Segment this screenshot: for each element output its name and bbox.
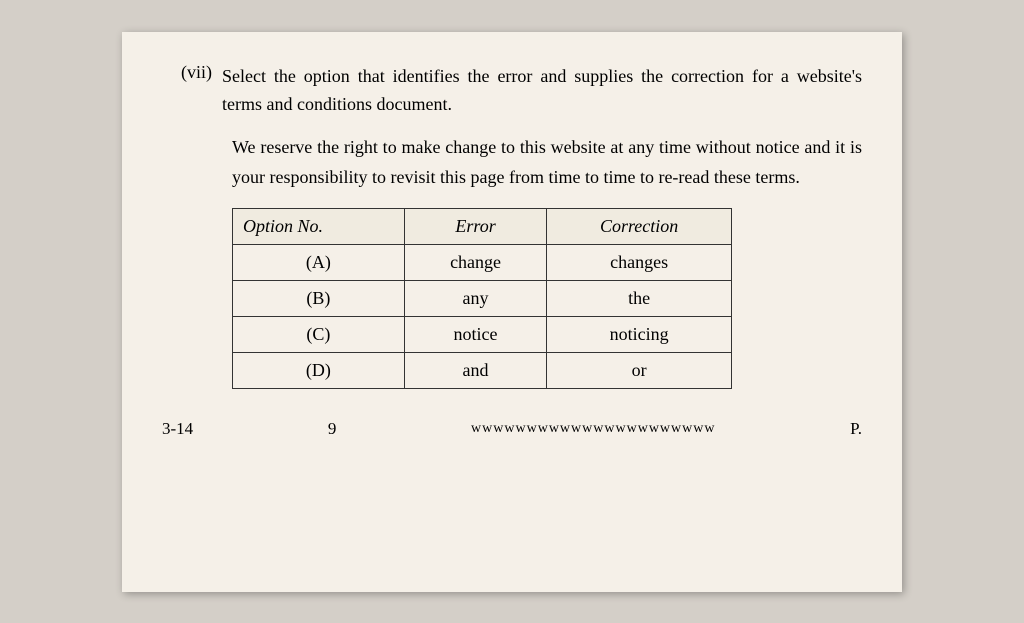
- table-cell-r3-c1: and: [404, 353, 546, 389]
- page: (vii) Select the option that identifies …: [122, 32, 902, 592]
- table-wrapper: Option No. Error Correction (A)changecha…: [232, 208, 862, 389]
- options-table: Option No. Error Correction (A)changecha…: [232, 208, 732, 389]
- table-cell-r2-c2: noticing: [547, 317, 732, 353]
- col-header-option: Option No.: [233, 209, 405, 245]
- footer-right: P.: [850, 419, 862, 439]
- table-cell-r0-c1: change: [404, 245, 546, 281]
- footer: 3-14 9 wwwwwwwwwwwwwwwwwwwwww P.: [162, 419, 862, 439]
- table-cell-r3-c2: or: [547, 353, 732, 389]
- table-cell-r0-c0: (A): [233, 245, 405, 281]
- table-cell-r0-c2: changes: [547, 245, 732, 281]
- table-row: (C)noticenoticing: [233, 317, 732, 353]
- table-row: (D)andor: [233, 353, 732, 389]
- paragraph-text: We reserve the right to make change to t…: [232, 133, 862, 192]
- table-row: (A)changechanges: [233, 245, 732, 281]
- table-cell-r1-c2: the: [547, 281, 732, 317]
- footer-center: 9: [328, 419, 337, 439]
- col-header-error: Error: [404, 209, 546, 245]
- col-header-correction: Correction: [547, 209, 732, 245]
- footer-wavy: wwwwwwwwwwwwwwwwwwwwww: [471, 421, 715, 437]
- table-cell-r3-c0: (D): [233, 353, 405, 389]
- table-row: (B)anythe: [233, 281, 732, 317]
- question-text: Select the option that identifies the er…: [222, 62, 862, 120]
- table-cell-r1-c1: any: [404, 281, 546, 317]
- question-block: (vii) Select the option that identifies …: [162, 62, 862, 120]
- table-cell-r2-c1: notice: [404, 317, 546, 353]
- table-cell-r2-c0: (C): [233, 317, 405, 353]
- table-cell-r1-c0: (B): [233, 281, 405, 317]
- footer-left: 3-14: [162, 419, 193, 439]
- table-header-row: Option No. Error Correction: [233, 209, 732, 245]
- table-body: (A)changechanges(B)anythe(C)noticenotici…: [233, 245, 732, 389]
- question-number: (vii): [162, 62, 222, 120]
